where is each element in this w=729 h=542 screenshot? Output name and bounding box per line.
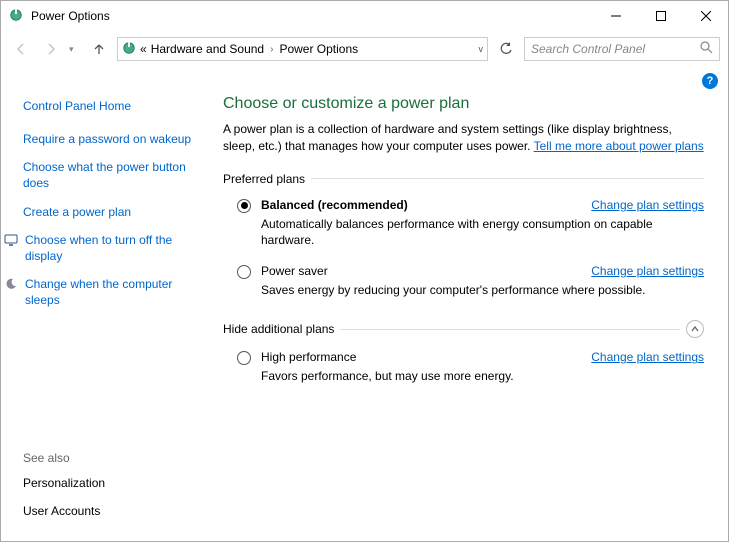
window-titlebar: Power Options [1, 1, 728, 31]
forward-button[interactable] [39, 37, 63, 61]
minimize-button[interactable] [593, 1, 638, 31]
collapse-button[interactable] [686, 320, 704, 338]
divider [340, 329, 680, 330]
section-label-text: Preferred plans [223, 172, 305, 186]
see-also-personalization[interactable]: Personalization [23, 475, 201, 491]
breadcrumb-item[interactable]: Power Options [279, 42, 358, 56]
up-button[interactable] [87, 37, 111, 61]
section-label-text: Hide additional plans [223, 322, 334, 336]
help-row: ? [1, 67, 728, 95]
history-dropdown-icon[interactable]: ▾ [69, 44, 81, 55]
radio-high-performance[interactable] [237, 351, 251, 365]
page-heading: Choose or customize a power plan [223, 95, 704, 113]
help-icon[interactable]: ? [702, 73, 718, 89]
plan-name[interactable]: High performance [261, 350, 356, 364]
display-icon [3, 232, 19, 248]
additional-plans-header[interactable]: Hide additional plans [223, 320, 704, 338]
see-also-label: See also [23, 451, 201, 465]
change-plan-settings-link[interactable]: Change plan settings [591, 198, 704, 212]
plan-high-performance: High performance Change plan settings Fa… [223, 348, 704, 398]
close-button[interactable] [683, 1, 728, 31]
plan-power-saver: Power saver Change plan settings Saves e… [223, 262, 704, 312]
chevron-right-icon: › [268, 44, 275, 55]
search-box[interactable] [524, 37, 720, 61]
preferred-plans-header: Preferred plans [223, 172, 704, 186]
sidebar-link-password-wakeup[interactable]: Require a password on wakeup [23, 131, 201, 147]
sidebar-item-label: Change when the computer sleeps [25, 276, 201, 308]
navigation-bar: ▾ « Hardware and Sound › Power Options v [1, 31, 728, 67]
change-plan-settings-link[interactable]: Change plan settings [591, 264, 704, 278]
address-dropdown-icon[interactable]: v [479, 44, 484, 54]
address-bar[interactable]: « Hardware and Sound › Power Options v [117, 37, 488, 61]
plan-description: Saves energy by reducing your computer's… [261, 282, 704, 298]
control-panel-home-link[interactable]: Control Panel Home [23, 99, 201, 113]
maximize-button[interactable] [638, 1, 683, 31]
change-plan-settings-link[interactable]: Change plan settings [591, 350, 704, 364]
breadcrumb-item[interactable]: Hardware and Sound [151, 42, 264, 56]
see-also-user-accounts[interactable]: User Accounts [23, 503, 201, 519]
breadcrumb-back[interactable]: « [140, 42, 147, 56]
window-title: Power Options [31, 9, 593, 23]
radio-power-saver[interactable] [237, 265, 251, 279]
sidebar-link-sleep[interactable]: Change when the computer sleeps [23, 276, 201, 308]
refresh-button[interactable] [494, 37, 518, 61]
learn-more-link[interactable]: Tell me more about power plans [534, 139, 704, 153]
sidebar-item-label: Create a power plan [23, 204, 131, 220]
sidebar-link-create-plan[interactable]: Create a power plan [23, 204, 201, 220]
sidebar-link-turnoff-display[interactable]: Choose when to turn off the display [23, 232, 201, 264]
sleep-icon [3, 276, 19, 292]
sidebar-item-label: Choose what the power button does [23, 159, 201, 191]
power-options-icon [9, 8, 25, 24]
see-also-item-label: User Accounts [23, 503, 100, 519]
page-description: A power plan is a collection of hardware… [223, 121, 704, 156]
plan-description: Favors performance, but may use more ene… [261, 368, 704, 384]
see-also-item-label: Personalization [23, 475, 105, 491]
radio-balanced[interactable] [237, 199, 251, 213]
search-input[interactable] [531, 42, 700, 56]
sidebar-link-power-button[interactable]: Choose what the power button does [23, 159, 201, 191]
location-icon [122, 41, 136, 58]
chevron-up-icon [690, 324, 700, 334]
plan-name[interactable]: Balanced (recommended) [261, 198, 408, 212]
sidebar-item-label: Require a password on wakeup [23, 131, 191, 147]
plan-balanced: Balanced (recommended) Change plan setti… [223, 196, 704, 262]
search-icon[interactable] [700, 41, 713, 57]
sidebar-item-label: Choose when to turn off the display [25, 232, 201, 264]
plan-name[interactable]: Power saver [261, 264, 328, 278]
main-content: Choose or customize a power plan A power… [211, 95, 728, 541]
divider [311, 178, 704, 179]
back-button[interactable] [9, 37, 33, 61]
plan-description: Automatically balances performance with … [261, 216, 704, 248]
sidebar: Control Panel Home Require a password on… [1, 95, 211, 541]
